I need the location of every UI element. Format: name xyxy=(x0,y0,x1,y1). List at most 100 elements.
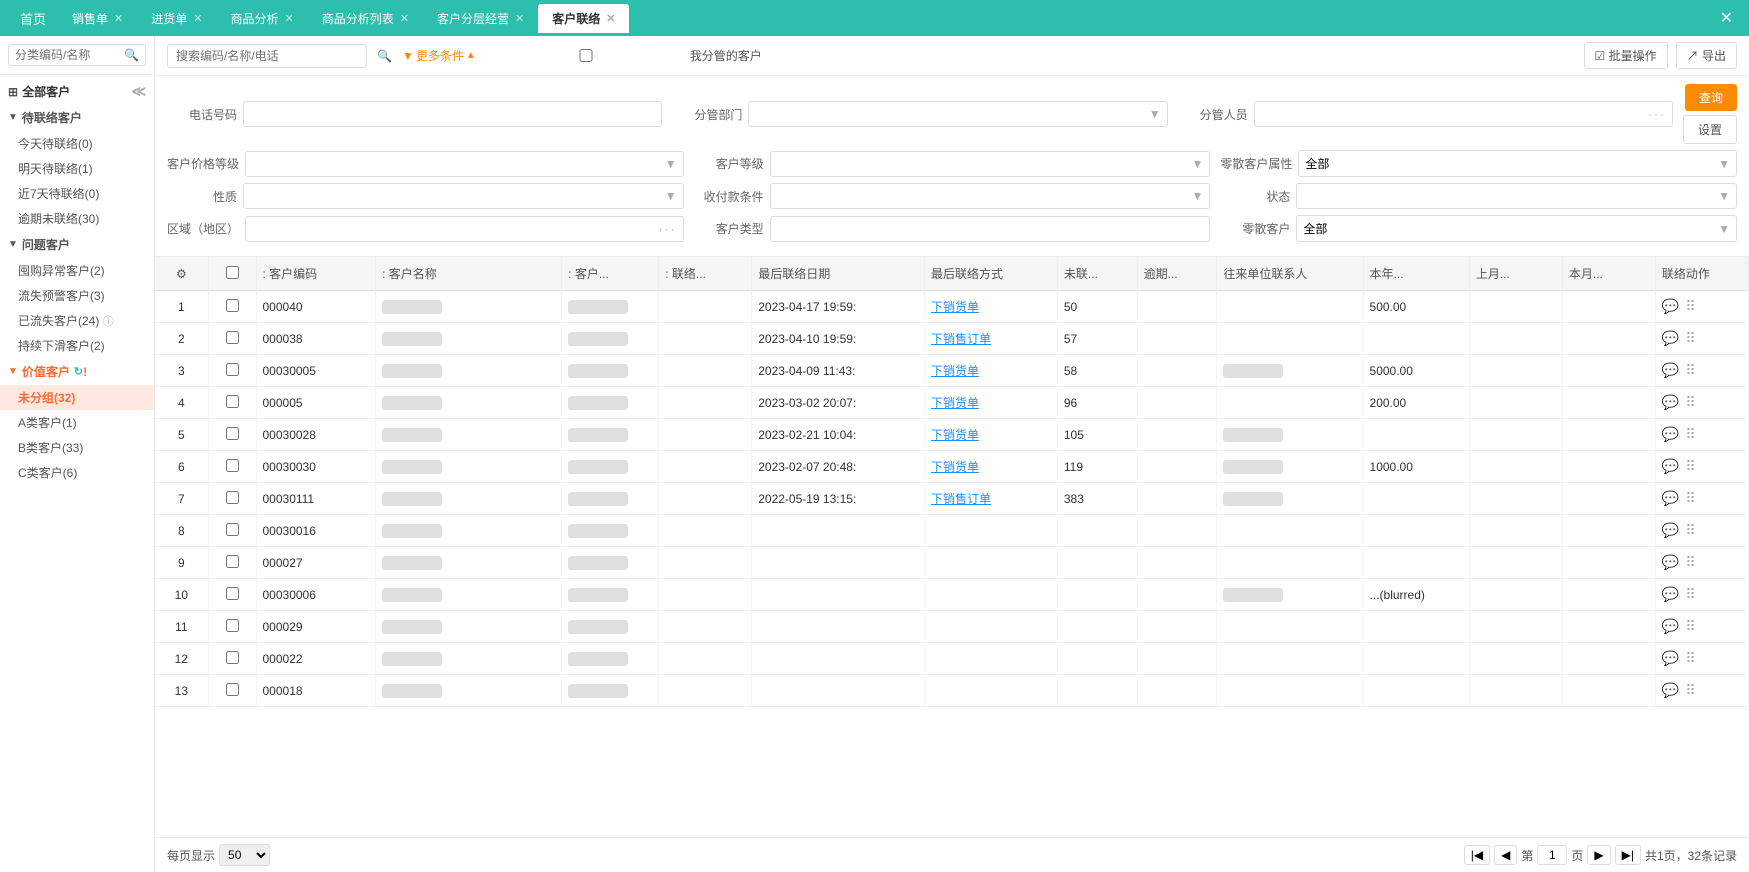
refresh-icon[interactable]: ↻ xyxy=(74,365,83,378)
retail-customer-input[interactable]: 全部 ▼ xyxy=(1296,215,1737,242)
row-checkbox[interactable] xyxy=(226,491,239,504)
nav-tab-close-3[interactable]: ✕ xyxy=(400,12,409,25)
payment-input[interactable]: ▼ xyxy=(770,183,1211,209)
last-way-link[interactable]: 下销货单 xyxy=(931,428,979,442)
sidebar-search-icon[interactable]: 🔍 xyxy=(124,48,139,62)
nav-tab-close-5[interactable]: ✕ xyxy=(606,12,615,25)
chat-icon[interactable]: 💬 xyxy=(1662,522,1679,539)
more-icon[interactable]: ⠿ xyxy=(1685,586,1695,603)
problem-item-0[interactable]: 囤购异常客户(2) xyxy=(0,258,154,283)
pending-item-0[interactable]: 今天待联络(0) xyxy=(0,131,154,156)
export-button[interactable]: ↗ 导出 xyxy=(1676,42,1737,69)
problem-item-3[interactable]: 持续下滑客户(2) xyxy=(0,333,154,358)
per-page-select[interactable]: 50 100 200 xyxy=(219,844,270,866)
more-icon[interactable]: ⠿ xyxy=(1685,362,1695,379)
chat-icon[interactable]: 💬 xyxy=(1662,650,1679,667)
last-way-link[interactable]: 下销售订单 xyxy=(931,332,991,346)
region-input[interactable]: ··· xyxy=(245,216,684,242)
chat-icon[interactable]: 💬 xyxy=(1662,682,1679,699)
more-icon[interactable]: ⠿ xyxy=(1685,682,1695,699)
customer-type-input[interactable] xyxy=(770,216,1211,242)
last-way-link[interactable]: 下销货单 xyxy=(931,364,979,378)
nav-tab-4[interactable]: 客户分层经营✕ xyxy=(423,4,538,33)
chat-icon[interactable]: 💬 xyxy=(1662,298,1679,315)
select-all-header[interactable] xyxy=(208,257,256,291)
nav-tab-5[interactable]: 客户联络✕ xyxy=(538,4,629,33)
pending-group-header[interactable]: ▼ 待联络客户 xyxy=(0,104,154,131)
query-button[interactable]: 查询 xyxy=(1685,84,1737,111)
dept-input[interactable]: ▼ xyxy=(748,101,1167,127)
person-input[interactable]: ··· xyxy=(1254,101,1673,127)
settings-header[interactable]: ⚙ xyxy=(155,257,208,291)
value-group-header[interactable]: ▼ 价值客户 ↻ ! xyxy=(0,358,154,385)
more-icon[interactable]: ⠿ xyxy=(1685,394,1695,411)
chat-icon[interactable]: 💬 xyxy=(1662,618,1679,635)
status-input[interactable]: ▼ xyxy=(1296,183,1737,209)
customer-level-input[interactable]: ▼ xyxy=(770,151,1211,177)
all-customers-header[interactable]: ⊞ 全部客户 ≪ xyxy=(0,75,154,104)
more-icon[interactable]: ⠿ xyxy=(1685,330,1695,347)
select-all-checkbox[interactable] xyxy=(226,266,239,279)
chat-icon[interactable]: 💬 xyxy=(1662,554,1679,571)
nav-tab-close-1[interactable]: ✕ xyxy=(193,12,202,25)
phone-input[interactable] xyxy=(243,101,662,127)
retail-attr-input[interactable]: 全部 ▼ xyxy=(1298,150,1737,177)
chat-icon[interactable]: 💬 xyxy=(1662,426,1679,443)
reset-button[interactable]: 设置 xyxy=(1683,115,1737,144)
nav-tab-2[interactable]: 商品分析✕ xyxy=(216,4,307,33)
nav-tab-1[interactable]: 进货单✕ xyxy=(137,4,216,33)
row-checkbox[interactable] xyxy=(226,395,239,408)
chat-icon[interactable]: 💬 xyxy=(1662,458,1679,475)
row-checkbox[interactable] xyxy=(226,299,239,312)
last-way-link[interactable]: 下销货单 xyxy=(931,460,979,474)
home-tab[interactable]: 首页 xyxy=(8,3,58,34)
problem-group-header[interactable]: ▼ 问题客户 xyxy=(0,231,154,258)
search-icon[interactable]: 🔍 xyxy=(377,49,392,63)
row-checkbox[interactable] xyxy=(226,331,239,344)
pending-item-3[interactable]: 逾期未联络(30) xyxy=(0,206,154,231)
more-icon[interactable]: ⠿ xyxy=(1685,554,1695,571)
pending-item-1[interactable]: 明天待联络(1) xyxy=(0,156,154,181)
row-checkbox[interactable] xyxy=(226,427,239,440)
row-checkbox[interactable] xyxy=(226,523,239,536)
row-checkbox[interactable] xyxy=(226,619,239,632)
value-item-3[interactable]: C类客户(6) xyxy=(0,460,154,485)
value-item-1[interactable]: A类客户(1) xyxy=(0,410,154,435)
chat-icon[interactable]: 💬 xyxy=(1662,362,1679,379)
problem-item-2[interactable]: 已流失客户(24) ⓘ xyxy=(0,308,154,333)
chat-icon[interactable]: 💬 xyxy=(1662,394,1679,411)
nav-tab-close-4[interactable]: ✕ xyxy=(515,12,524,25)
problem-item-1[interactable]: 流失预警客户(3) xyxy=(0,283,154,308)
page-number-input[interactable] xyxy=(1537,845,1567,865)
nav-tab-3[interactable]: 商品分析列表✕ xyxy=(308,4,423,33)
last-way-link[interactable]: 下销售订单 xyxy=(931,492,991,506)
close-all-button[interactable]: ✕ xyxy=(1712,8,1741,28)
prev-page-button[interactable]: ◀ xyxy=(1494,845,1517,865)
value-item-0[interactable]: 未分组(32) xyxy=(0,385,154,410)
more-icon[interactable]: ⠿ xyxy=(1685,490,1695,507)
next-page-button[interactable]: ▶ xyxy=(1587,845,1610,865)
row-checkbox[interactable] xyxy=(226,683,239,696)
batch-op-button[interactable]: ☑ 批量操作 xyxy=(1584,42,1668,69)
search-input[interactable] xyxy=(167,44,367,68)
nav-tab-close-0[interactable]: ✕ xyxy=(114,12,123,25)
nature-input[interactable]: ▼ xyxy=(243,183,684,209)
my-customers-check[interactable] xyxy=(486,49,686,62)
last-page-button[interactable]: ▶| xyxy=(1615,845,1641,865)
pending-item-2[interactable]: 近7天待联络(0) xyxy=(0,181,154,206)
row-checkbox[interactable] xyxy=(226,555,239,568)
chat-icon[interactable]: 💬 xyxy=(1662,490,1679,507)
my-customers-checkbox[interactable]: 我分管的客户 xyxy=(486,47,762,64)
last-way-link[interactable]: 下销货单 xyxy=(931,396,979,410)
more-icon[interactable]: ⠿ xyxy=(1685,618,1695,635)
more-conditions-button[interactable]: ▼ 更多条件 ▲ xyxy=(402,47,476,64)
last-way-link[interactable]: 下销货单 xyxy=(931,300,979,314)
more-icon[interactable]: ⠿ xyxy=(1685,298,1695,315)
row-checkbox[interactable] xyxy=(226,651,239,664)
row-checkbox[interactable] xyxy=(226,587,239,600)
value-item-2[interactable]: B类客户(33) xyxy=(0,435,154,460)
first-page-button[interactable]: |◀ xyxy=(1464,845,1490,865)
chat-icon[interactable]: 💬 xyxy=(1662,330,1679,347)
more-icon[interactable]: ⠿ xyxy=(1685,650,1695,667)
price-level-input[interactable]: ▼ xyxy=(245,151,684,177)
